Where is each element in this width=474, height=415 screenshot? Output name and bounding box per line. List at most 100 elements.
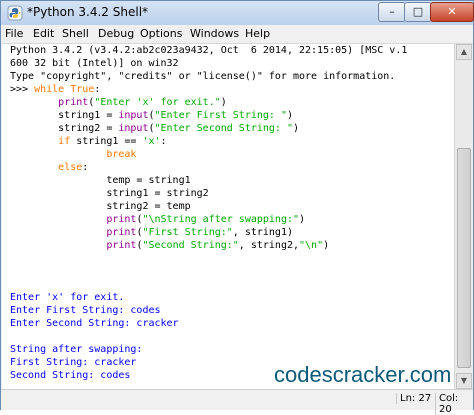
- shell-line: temp = string1: [10, 174, 407, 187]
- code-token: string1 = string2: [10, 188, 209, 199]
- code-token: ): [323, 240, 330, 251]
- code-token: "Enter 'x' for exit.": [94, 97, 221, 108]
- shell-line: if string1 == 'x':: [10, 135, 407, 148]
- menu-shell[interactable]: Shell: [62, 26, 89, 42]
- code-token: >>>: [10, 84, 35, 95]
- code-token: print: [106, 240, 137, 251]
- menu-bar: File Edit Shell Debug Options Windows He…: [1, 25, 473, 44]
- code-token: string1 =: [10, 110, 119, 121]
- shell-line: String after swapping:: [10, 343, 407, 356]
- code-token: , string1): [232, 227, 293, 238]
- shell-line: >>> while True:: [10, 83, 407, 96]
- watermark-logo: codescracker.com: [274, 362, 452, 387]
- shell-line: 600 32 bit (Intel)] on win32: [10, 57, 407, 70]
- maximize-button[interactable]: □: [404, 2, 432, 22]
- code-token: print: [106, 227, 137, 238]
- shell-line: print("First String:", string1): [10, 226, 407, 239]
- shell-line: Enter First String: codes: [10, 304, 407, 317]
- code-token: break: [106, 149, 137, 160]
- code-token: ): [293, 123, 300, 134]
- status-column: Col: 20: [435, 393, 473, 415]
- idle-shell-window: *Python 3.4.2 Shell* – □ ✕ File Edit She…: [0, 0, 474, 415]
- status-bar: Ln: 27 Col: 20: [1, 389, 473, 415]
- python-icon: [7, 5, 23, 21]
- shell-line: string1 = input("Enter First String: "): [10, 109, 407, 122]
- shell-line: Type "copyright", "credits" or "license(…: [10, 70, 407, 83]
- window-title: *Python 3.4.2 Shell*: [27, 5, 149, 19]
- code-token: "Second String:": [142, 240, 239, 251]
- shell-line: print("Enter 'x' for exit."): [10, 96, 407, 109]
- minimize-button[interactable]: –: [378, 2, 406, 22]
- code-token: string2 =: [10, 123, 119, 134]
- shell-line: break: [10, 148, 407, 161]
- code-token: temp = string1: [10, 175, 191, 186]
- code-token: "\n": [299, 240, 324, 251]
- shell-line: Python 3.4.2 (v3.4.2:ab2c023a9432, Oct 6…: [10, 44, 407, 57]
- code-token: True: [70, 84, 95, 95]
- code-token: "Enter Second String: ": [154, 123, 293, 134]
- code-token: print: [106, 214, 137, 225]
- shell-line: Enter 'x' for exit.: [10, 291, 407, 304]
- code-token: "\nString after swapping:": [142, 214, 300, 225]
- code-token: :: [94, 84, 101, 95]
- menu-edit[interactable]: Edit: [33, 26, 54, 42]
- code-token: string1 ==: [70, 136, 143, 147]
- shell-line: print("\nString after swapping:"): [10, 213, 407, 226]
- menu-help[interactable]: Help: [245, 26, 270, 42]
- shell-content: Python 3.4.2 (v3.4.2:ab2c023a9432, Oct 6…: [10, 44, 407, 382]
- code-token: Enter Second String: cracker: [10, 318, 179, 329]
- code-token: First String: cracker: [10, 357, 137, 368]
- code-token: input: [118, 123, 149, 134]
- code-token: else: [58, 162, 83, 173]
- code-token: Enter First String: codes: [10, 305, 161, 316]
- close-button[interactable]: ✕: [430, 2, 474, 22]
- code-token: ): [220, 97, 227, 108]
- menu-windows[interactable]: Windows: [190, 26, 239, 42]
- scroll-up-icon[interactable]: ▲: [456, 44, 472, 60]
- code-token: if: [58, 136, 71, 147]
- shell-line: string1 = string2: [10, 187, 407, 200]
- shell-line: else:: [10, 161, 407, 174]
- menu-file[interactable]: File: [5, 26, 23, 42]
- shell-line: print("Second String:", string2,"\n"): [10, 239, 407, 252]
- code-token: Second String: codes: [10, 370, 131, 381]
- code-token: Type "copyright", "credits" or "license(…: [10, 71, 396, 82]
- code-token: ): [299, 214, 306, 225]
- code-token: Python 3.4.2 (v3.4.2:ab2c023a9432, Oct 6…: [10, 45, 408, 56]
- shell-line: string2 = temp: [10, 200, 407, 213]
- menu-debug[interactable]: Debug: [98, 26, 134, 42]
- status-line: Ln: 27: [396, 393, 431, 404]
- menu-options[interactable]: Options: [140, 26, 182, 42]
- code-token: while: [34, 84, 65, 95]
- shell-line: string2 = input("Enter Second String: "): [10, 122, 407, 135]
- code-token: ): [286, 110, 293, 121]
- code-token: , string2,: [238, 240, 300, 251]
- code-token: 600 32 bit (Intel)] on win32: [10, 58, 179, 69]
- code-token: "Enter First String: ": [154, 110, 287, 121]
- scroll-down-icon[interactable]: ▼: [456, 373, 472, 389]
- code-token: 'x': [142, 136, 161, 147]
- code-token: print: [58, 97, 89, 108]
- code-token: string2 = temp: [10, 201, 191, 212]
- code-token: :: [160, 136, 167, 147]
- title-bar[interactable]: *Python 3.4.2 Shell* – □ ✕: [1, 1, 474, 25]
- code-token: String after swapping:: [10, 344, 143, 355]
- scrollbar-thumb[interactable]: [457, 148, 471, 368]
- code-token: Enter 'x' for exit.: [10, 292, 125, 303]
- vertical-scrollbar[interactable]: ▲ ▼: [454, 44, 473, 389]
- shell-line: Enter Second String: cracker: [10, 317, 407, 330]
- code-token: input: [118, 110, 149, 121]
- shell-text-area[interactable]: Python 3.4.2 (v3.4.2:ab2c023a9432, Oct 6…: [2, 44, 454, 389]
- code-token: :: [82, 162, 89, 173]
